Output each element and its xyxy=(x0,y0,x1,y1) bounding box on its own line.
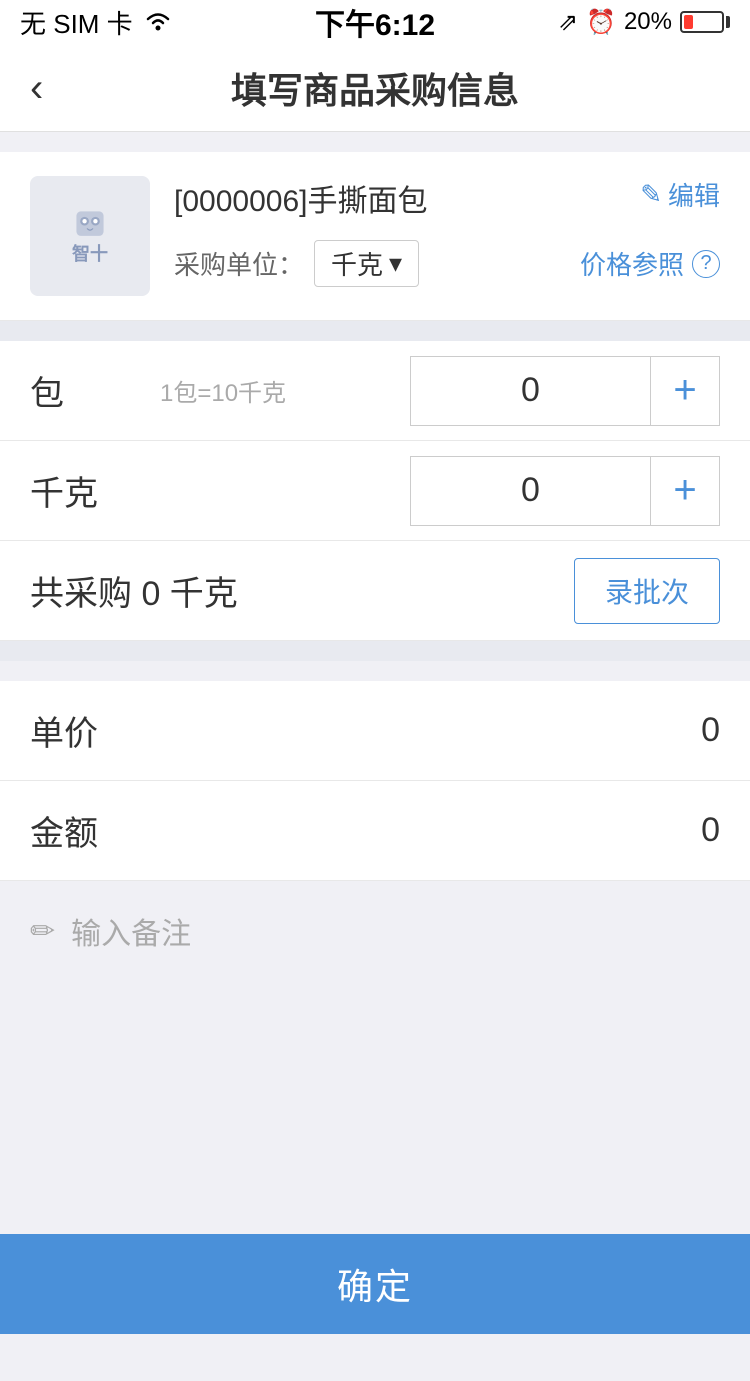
amount-row: 金额 0 xyxy=(0,781,750,881)
sim-status: 无 SIM 卡 xyxy=(20,4,133,41)
product-header: [0000006]手撕面包 ✎ 编辑 xyxy=(174,176,720,220)
status-left: 无 SIM 卡 xyxy=(20,4,173,41)
product-name: [0000006]手撕面包 xyxy=(174,176,427,220)
status-time: 下午6:12 xyxy=(315,0,435,44)
amount-label: 金额 xyxy=(30,806,98,855)
summary-row: 共采购 0 千克 录批次 xyxy=(0,541,750,641)
unit-dropdown[interactable]: 千克 ▾ xyxy=(314,240,419,287)
product-info: [0000006]手撕面包 ✎ 编辑 采购单位： 千克 ▾ 价格参照 ? xyxy=(174,176,720,287)
purchase-unit-row: 采购单位： 千克 ▾ 价格参照 ? xyxy=(174,240,720,287)
bag-quantity-control: + xyxy=(410,356,720,426)
record-batch-button[interactable]: 录批次 xyxy=(574,558,720,624)
unit-price-label: 单价 xyxy=(30,706,98,755)
note-section[interactable]: ✏ 输入备注 xyxy=(0,881,750,981)
bag-plus-button[interactable]: + xyxy=(650,356,720,426)
price-ref-button[interactable]: 价格参照 ? xyxy=(580,245,720,282)
bag-label: 包 xyxy=(30,366,150,415)
kg-quantity-input[interactable] xyxy=(410,456,650,526)
wifi-icon xyxy=(143,7,173,38)
product-logo: 智十 xyxy=(50,206,130,266)
kg-quantity-control: + xyxy=(410,456,720,526)
price-section: 单价 0 金额 0 xyxy=(0,681,750,881)
kg-plus-button[interactable]: + xyxy=(650,456,720,526)
unit-price-row: 单价 0 xyxy=(0,681,750,781)
summary-section: 共采购 0 千克 录批次 xyxy=(0,541,750,641)
back-button[interactable]: ‹ xyxy=(30,68,43,108)
price-ref-icon: ? xyxy=(692,250,720,278)
section-divider-2 xyxy=(0,641,750,661)
unit-price-value: 0 xyxy=(701,711,720,750)
pencil-icon: ✏ xyxy=(30,914,55,949)
product-image: 智十 xyxy=(30,176,150,296)
bag-quantity-input[interactable] xyxy=(410,356,650,426)
edit-icon: ✎ xyxy=(640,179,662,210)
edit-button[interactable]: ✎ 编辑 xyxy=(640,176,720,213)
bag-sublabel: 1包=10千克 xyxy=(160,373,286,408)
status-bar: 无 SIM 卡 下午6:12 ⇗ ⏰ 20% xyxy=(0,0,750,44)
note-placeholder-text: 输入备注 xyxy=(71,909,191,953)
purchase-unit-label: 采购单位： 千克 ▾ xyxy=(174,240,419,287)
kg-input-row: 千克 + xyxy=(0,441,750,541)
bag-input-row: 包 1包=10千克 + xyxy=(0,341,750,441)
summary-text: 共采购 0 千克 xyxy=(30,566,238,615)
section-divider-1 xyxy=(0,321,750,341)
kg-label: 千克 xyxy=(30,466,150,515)
location-icon: ⇗ xyxy=(558,8,578,37)
amount-value: 0 xyxy=(701,811,720,850)
page-title: 填写商品采购信息 xyxy=(231,62,519,114)
product-card: 智十 [0000006]手撕面包 ✎ 编辑 采购单位： 千克 ▾ xyxy=(0,152,750,321)
input-section: 包 1包=10千克 + 千克 + xyxy=(0,341,750,541)
battery-indicator xyxy=(680,11,730,33)
nav-bar: ‹ 填写商品采购信息 xyxy=(0,44,750,132)
dropdown-icon: ▾ xyxy=(389,248,402,279)
status-right: ⇗ ⏰ 20% xyxy=(558,8,730,37)
battery-percent: 20% xyxy=(624,8,672,36)
alarm-icon: ⏰ xyxy=(586,8,616,37)
confirm-button[interactable]: 确定 xyxy=(0,1234,750,1334)
